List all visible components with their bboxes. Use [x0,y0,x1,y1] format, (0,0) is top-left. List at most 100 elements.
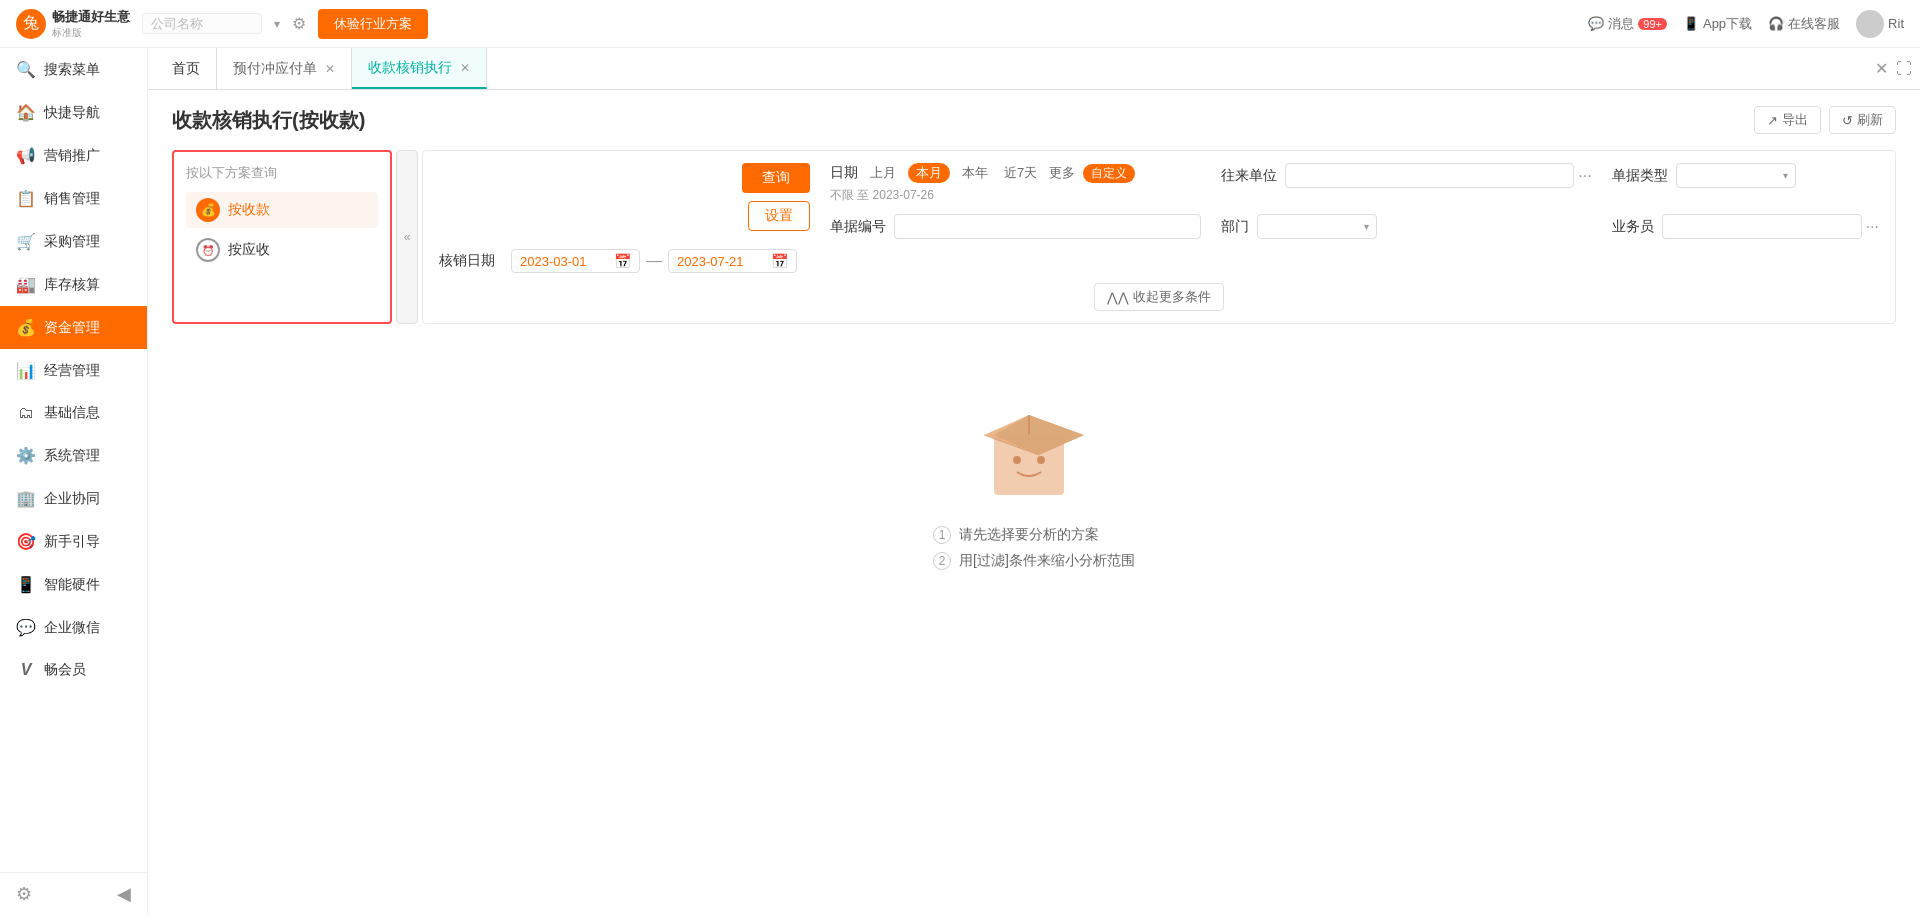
cal-start-icon[interactable]: 📅 [614,253,631,269]
doc-icon: 🗂 [16,404,36,422]
date-last-month[interactable]: 上月 [866,163,900,183]
partner-label: 往来单位 [1221,167,1277,185]
filter-option-by-receipt[interactable]: 💰 按收款 [186,192,378,228]
finance-icon: 💰 [16,318,36,337]
message-icon: 💬 [1588,16,1604,31]
sidebar-label-marketing: 营销推广 [44,147,100,165]
sidebar: 🔍 搜索菜单 🏠 快捷导航 📢 营销推广 📋 销售管理 🛒 采购管理 🏭 库存核… [0,48,148,915]
sidebar-label-quick-nav: 快捷导航 [44,104,100,122]
date-custom-badge[interactable]: 自定义 [1083,164,1135,183]
query-btn[interactable]: 查询 [742,163,810,193]
cal-end-icon[interactable]: 📅 [771,253,788,269]
staff-dots[interactable]: ··· [1866,218,1879,236]
filter-option-receivable-label: 按应收 [228,241,270,259]
tab-receipt-verify[interactable]: 收款核销执行 ✕ [352,48,487,89]
sidebar-item-purchase[interactable]: 🛒 采购管理 [0,220,147,263]
empty-hint-1-text: 请先选择要分析的方案 [959,526,1099,544]
sidebar-collapse-icon[interactable]: ◀ [117,883,131,905]
sidebar-item-system[interactable]: ⚙️ 系统管理 [0,434,147,477]
collapse-conditions-btn[interactable]: ⋀⋀ 收起更多条件 [1094,283,1224,311]
filter-scheme-panel: 按以下方案查询 💰 按收款 ⏰ 按应收 [172,150,392,324]
empty-num-2: 2 [933,552,951,570]
empty-svg [974,400,1094,510]
tab-prepay[interactable]: 预付冲应付单 ✕ [217,48,352,89]
tab-fullscreen-btn[interactable]: ⛶ [1896,59,1912,78]
online-service-btn[interactable]: 🎧 在线客服 [1768,15,1840,33]
sidebar-item-member[interactable]: V 畅会员 [0,649,147,691]
doctype-label: 单据类型 [1612,167,1668,185]
empty-state: 1 请先选择要分析的方案 2 用[过滤]条件来缩小分析范围 [172,340,1896,630]
sidebar-item-basic-info[interactable]: 🗂 基础信息 [0,392,147,434]
staff-input-wrap: ··· [1662,214,1879,239]
refresh-btn[interactable]: ↺ 刷新 [1829,106,1896,134]
date-options: 上月 本月 本年 近7天 更多 自定义 [866,163,1135,183]
logo-char: 兔 [23,13,39,34]
gear-icon[interactable]: ⚙ [292,14,306,33]
collapse-chevron-icon: « [404,230,411,244]
doctype-select[interactable] [1676,163,1796,188]
sidebar-item-quick-nav[interactable]: 🏠 快捷导航 [0,91,147,134]
export-icon: ↗ [1767,113,1778,128]
sidebar-item-newbie[interactable]: 🎯 新手引导 [0,520,147,563]
verify-date-end-input[interactable] [677,254,767,269]
tab-receipt-verify-close[interactable]: ✕ [460,61,470,75]
warehouse-icon: 🏭 [16,275,36,294]
logo-icon: 兔 [16,9,46,39]
dropdown-icon[interactable]: ▾ [274,17,280,31]
sidebar-item-sales[interactable]: 📋 销售管理 [0,177,147,220]
user-name: Rit [1888,16,1904,31]
doctype-label-row: 单据类型 ▾ [1612,163,1879,188]
app-download-btn[interactable]: 📱 App下载 [1683,15,1752,33]
sidebar-item-operations[interactable]: 📊 经营管理 [0,349,147,392]
filter-settings-btn[interactable]: 设置 [748,201,810,231]
refresh-label: 刷新 [1857,111,1883,129]
partner-input[interactable] [1285,163,1575,188]
sidebar-item-marketing[interactable]: 📢 营销推广 [0,134,147,177]
svg-point-3 [1013,456,1021,464]
export-btn[interactable]: ↗ 导出 [1754,106,1821,134]
company-input[interactable] [142,13,262,34]
tab-close-all-btn[interactable]: ✕ [1875,59,1888,78]
search-icon: 🔍 [16,60,36,79]
sidebar-settings-icon[interactable]: ⚙ [16,883,32,905]
chart-icon: 📊 [16,361,36,380]
date-label: 日期 [830,164,858,182]
message-btn[interactable]: 💬 消息 99+ [1588,15,1667,33]
filter-dept-cell: 部门 ▾ [1221,214,1592,239]
user-menu[interactable]: Rit [1856,10,1904,38]
sidebar-bottom: ⚙ ◀ [0,872,147,915]
date-this-year[interactable]: 本年 [958,163,992,183]
message-badge: 99+ [1638,18,1667,30]
filter-date-cell: 日期 上月 本月 本年 近7天 更多 自定义 [830,163,1201,204]
svg-point-4 [1037,456,1045,464]
sidebar-item-smart-hardware[interactable]: 📱 智能硬件 [0,563,147,606]
app-badge: 标准版 [52,26,130,40]
date-last-7[interactable]: 近7天 [1000,163,1041,183]
partner-label-row: 往来单位 ··· [1221,163,1592,188]
main-layout: 🔍 搜索菜单 🏠 快捷导航 📢 营销推广 📋 销售管理 🛒 采购管理 🏭 库存核… [0,48,1920,915]
sidebar-item-inventory[interactable]: 🏭 库存核算 [0,263,147,306]
tab-bar: 首页 预付冲应付单 ✕ 收款核销执行 ✕ ✕ ⛶ [148,48,1920,90]
sidebar-item-finance[interactable]: 💰 资金管理 [0,306,147,349]
staff-input[interactable] [1662,214,1862,239]
sidebar-item-search-menu[interactable]: 🔍 搜索菜单 [0,48,147,91]
docno-input[interactable] [894,214,1201,239]
date-this-month[interactable]: 本月 [908,163,950,183]
filter-collapse-btn[interactable]: « [396,150,418,324]
docno-label: 单据编号 [830,218,886,236]
verify-date-start-input[interactable] [520,254,610,269]
filter-option-by-receivable[interactable]: ⏰ 按应收 [186,232,378,268]
dept-select-wrap: ▾ [1257,214,1377,239]
industry-btn[interactable]: 休验行业方案 [318,9,428,39]
sidebar-item-enterprise[interactable]: 🏢 企业协同 [0,477,147,520]
date-more[interactable]: 更多 [1049,164,1075,182]
partner-input-wrap: ··· [1285,163,1592,188]
tab-prepay-close[interactable]: ✕ [325,62,335,76]
sidebar-item-wechat[interactable]: 💬 企业微信 [0,606,147,649]
partner-dots[interactable]: ··· [1578,167,1591,185]
logo-text-group: 畅捷通好生意 标准版 [52,8,130,40]
filter-partner-cell: 往来单位 ··· [1221,163,1592,188]
tab-home[interactable]: 首页 [156,48,217,89]
dept-select[interactable] [1257,214,1377,239]
filter-scheme-title: 按以下方案查询 [186,164,378,182]
